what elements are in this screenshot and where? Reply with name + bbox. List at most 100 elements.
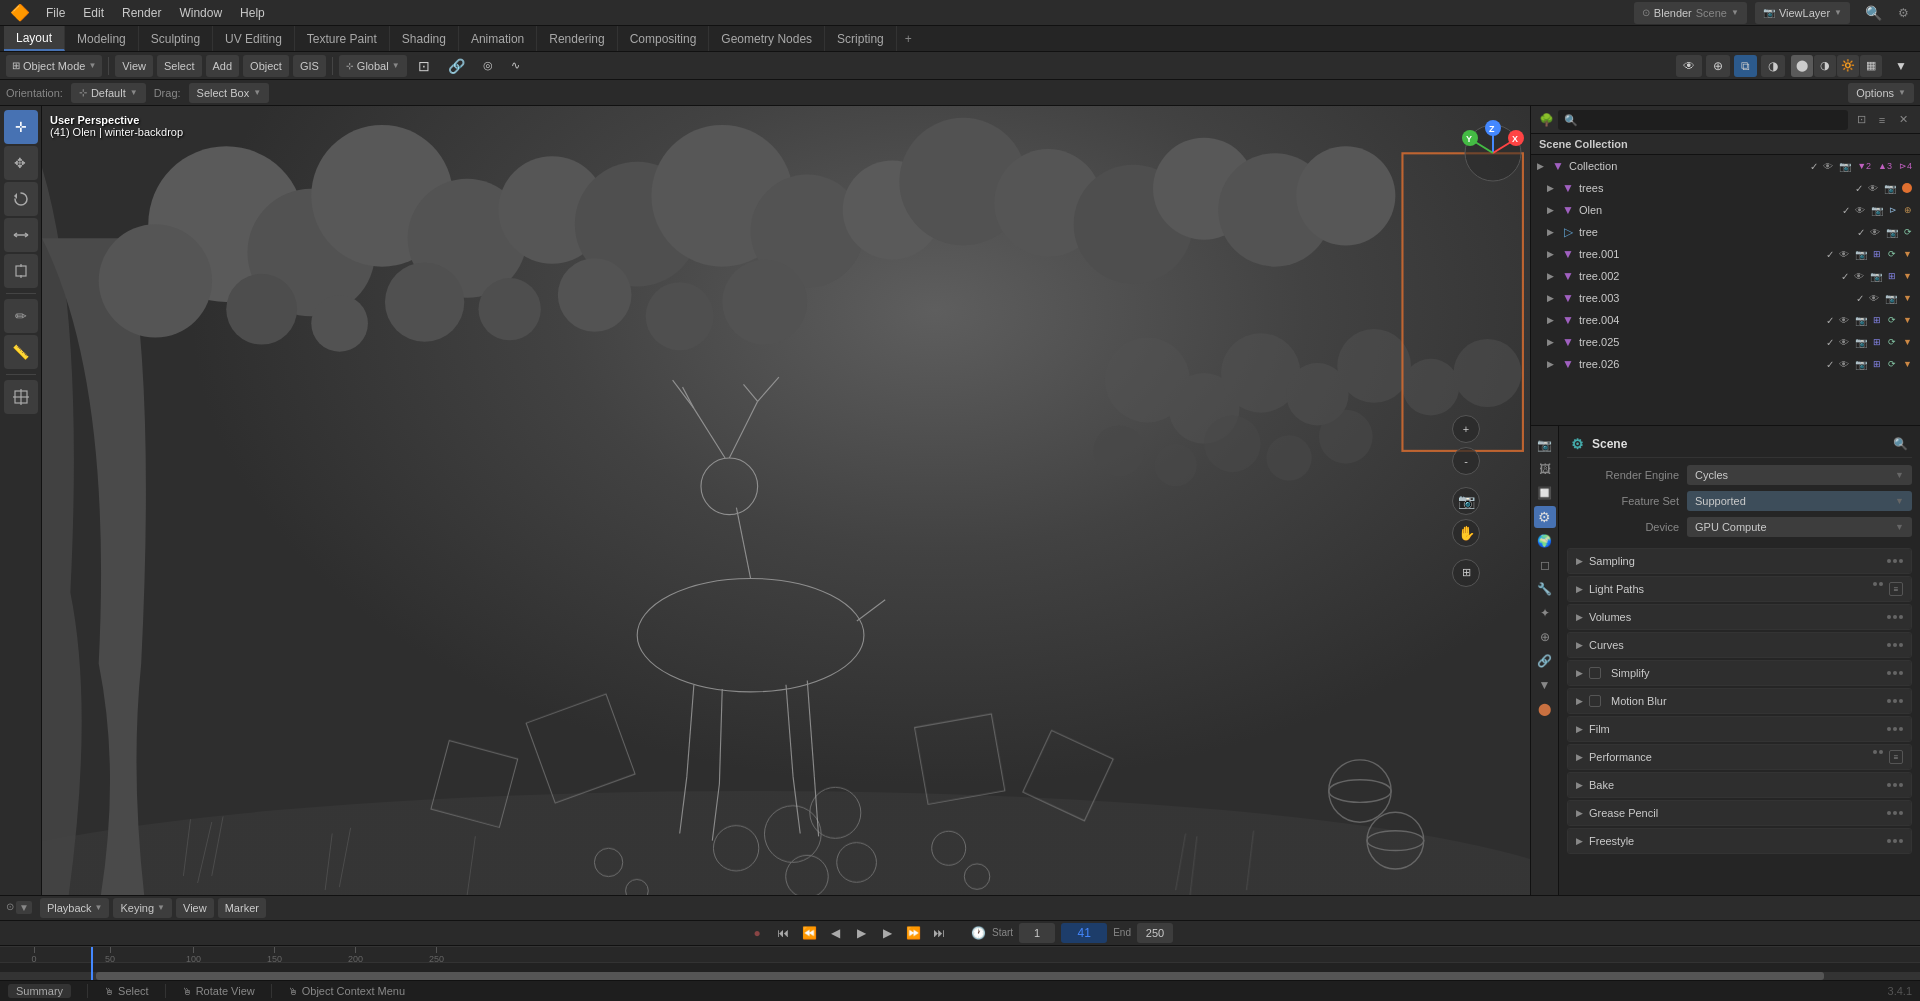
motion-blur-checkbox[interactable] [1589,695,1601,707]
tab-uv-editing[interactable]: UV Editing [213,26,295,51]
trees-render[interactable]: 📷 [1883,183,1897,194]
timeline-strip[interactable]: 0 50 100 150 200 250 [0,946,1920,980]
trees-check[interactable]: ✓ [1855,183,1863,194]
blender-logo-btn[interactable]: 🔶 [4,3,36,22]
prop-scene-btn[interactable]: ⚙ [1534,506,1556,528]
viewport-gizmo[interactable]: Z X Y [1458,118,1518,178]
record-btn[interactable]: ● [747,923,767,943]
zoom-out-btn[interactable]: - [1452,447,1480,475]
jump-back-btn[interactable]: ⏪ [799,923,819,943]
view-menu-btn[interactable]: View [115,55,153,77]
simplify-section-header[interactable]: ▶ Simplify [1568,661,1911,685]
outliner-close-btn[interactable]: ✕ [1894,111,1912,129]
jump-start-btn[interactable]: ⏮ [773,923,793,943]
tree-render[interactable]: 📷 [1885,227,1899,238]
render-menu[interactable]: Render [114,4,169,22]
device-selector[interactable]: GPU Compute ▼ [1687,517,1912,537]
sampling-section-header[interactable]: ▶ Sampling [1568,549,1911,573]
tree001-check[interactable]: ✓ [1826,249,1834,260]
tree004-eye[interactable]: 👁 [1837,315,1851,326]
outliner-item-collection[interactable]: ▶ ▼ Collection ✓ 👁 📷 ▼2 ▲3 ⊳4 [1531,155,1920,177]
tree001-render[interactable]: 📷 [1854,249,1868,260]
proportional2-btn[interactable]: ∿ [504,55,527,77]
prop-material-btn[interactable]: ⬤ [1534,698,1556,720]
prop-modifier-btn[interactable]: 🔧 [1534,578,1556,600]
tree025-eye[interactable]: 👁 [1837,337,1851,348]
tree002-check[interactable]: ✓ [1841,271,1849,282]
outliner-filter-btn[interactable]: ⊡ [1852,111,1870,129]
collection-eye[interactable]: 👁 [1821,161,1835,172]
summary-label[interactable]: Summary [8,984,71,998]
prop-view-layer-btn[interactable]: 🔲 [1534,482,1556,504]
curves-section-header[interactable]: ▶ Curves [1568,633,1911,657]
mode-selector[interactable]: ⊞ Object Mode ▼ [6,55,102,77]
timeline-scrollbar-thumb[interactable] [96,972,1824,980]
outliner-search-input[interactable] [1558,110,1848,130]
volumes-section-header[interactable]: ▶ Volumes [1568,605,1911,629]
cursor-tool-btn[interactable]: ✛ [4,110,38,144]
playback-btn[interactable]: Playback ▼ [40,898,110,918]
tab-sculpting[interactable]: Sculpting [139,26,213,51]
tree003-render[interactable]: 📷 [1884,293,1898,304]
tab-compositing[interactable]: Compositing [618,26,710,51]
solid-shading-btn[interactable]: ⬤ [1791,55,1813,77]
tree026-eye[interactable]: 👁 [1837,359,1851,370]
frame-btn[interactable]: ⊞ [1452,559,1480,587]
outliner-item-tree001[interactable]: ▶ ▼ tree.001 ✓ 👁 📷 ⊞ ⟳ ▼ [1531,243,1920,265]
tree025-check[interactable]: ✓ [1826,337,1834,348]
snap-btn[interactable]: ⊡ [411,55,437,77]
filter-btn[interactable]: ⚙ [1891,2,1916,24]
olen-check[interactable]: ✓ [1842,205,1850,216]
bake-section-header[interactable]: ▶ Bake [1568,773,1911,797]
performance-list-btn[interactable]: ≡ [1889,750,1903,764]
summary-item[interactable]: Summary [8,984,71,998]
prop-constraints-btn[interactable]: 🔗 [1534,650,1556,672]
feature-set-selector[interactable]: Supported ▼ [1687,491,1912,511]
tree002-eye[interactable]: 👁 [1852,271,1866,282]
file-menu[interactable]: File [38,4,73,22]
outliner-item-tree026[interactable]: ▶ ▼ tree.026 ✓ 👁 📷 ⊞ ⟳ ▼ [1531,353,1920,375]
outliner-item-olen[interactable]: ▶ ▼ Olen ✓ 👁 📷 ⊳ ⊕ [1531,199,1920,221]
tree004-render[interactable]: 📷 [1854,315,1868,326]
prop-physics-btn[interactable]: ⊕ [1534,626,1556,648]
outliner-item-tree025[interactable]: ▶ ▼ tree.025 ✓ 👁 📷 ⊞ ⟳ ▼ [1531,331,1920,353]
viewlayer-selector[interactable]: 📷 ViewLayer ▼ [1755,2,1850,24]
motion-blur-section-header[interactable]: ▶ Motion Blur [1568,689,1911,713]
wireframe-shading-btn[interactable]: ▦ [1860,55,1882,77]
timeline-scrollbar[interactable] [0,972,1920,980]
window-menu[interactable]: Window [171,4,230,22]
xray-btn[interactable]: ◑ [1761,55,1785,77]
prop-output-btn[interactable]: 🖼 [1534,458,1556,480]
transform-btn[interactable]: ⊹ Global ▼ [339,55,407,77]
current-frame-input[interactable]: 41 [1061,923,1107,943]
tab-modeling[interactable]: Modeling [65,26,139,51]
tab-layout[interactable]: Layout [4,26,65,51]
performance-section-header[interactable]: ▶ Performance ≡ [1568,745,1911,769]
tab-scripting[interactable]: Scripting [825,26,897,51]
render-engine-selector[interactable]: Cycles ▼ [1687,465,1912,485]
prop-particle-btn[interactable]: ✦ [1534,602,1556,624]
object-menu-btn[interactable]: Object [243,55,289,77]
edit-menu[interactable]: Edit [75,4,112,22]
add-menu-btn[interactable]: Add [206,55,240,77]
jump-fwd-btn[interactable]: ⏩ [903,923,923,943]
prop-data-btn[interactable]: ▼ [1534,674,1556,696]
add-cube-btn[interactable] [4,380,38,414]
camera-btn[interactable]: 📷 [1452,487,1480,515]
tab-animation[interactable]: Animation [459,26,537,51]
tree004-check[interactable]: ✓ [1826,315,1834,326]
film-section-header[interactable]: ▶ Film [1568,717,1911,741]
tab-texture-paint[interactable]: Texture Paint [295,26,390,51]
gizmo-btn[interactable]: ⊕ [1706,55,1730,77]
select-menu-btn[interactable]: Select [157,55,202,77]
annotate-tool-btn[interactable]: ✏ [4,299,38,333]
tab-shading[interactable]: Shading [390,26,459,51]
tree026-render[interactable]: 📷 [1854,359,1868,370]
collection-check[interactable]: ✓ [1810,161,1818,172]
search-btn[interactable]: 🔍 [1858,2,1889,24]
tree026-check[interactable]: ✓ [1826,359,1834,370]
keying-btn[interactable]: Keying ▼ [113,898,172,918]
outliner-item-tree[interactable]: ▶ ▷ tree ✓ 👁 📷 ⟳ [1531,221,1920,243]
tree001-eye[interactable]: 👁 [1837,249,1851,260]
timeline-view-btn[interactable]: View [176,898,214,918]
